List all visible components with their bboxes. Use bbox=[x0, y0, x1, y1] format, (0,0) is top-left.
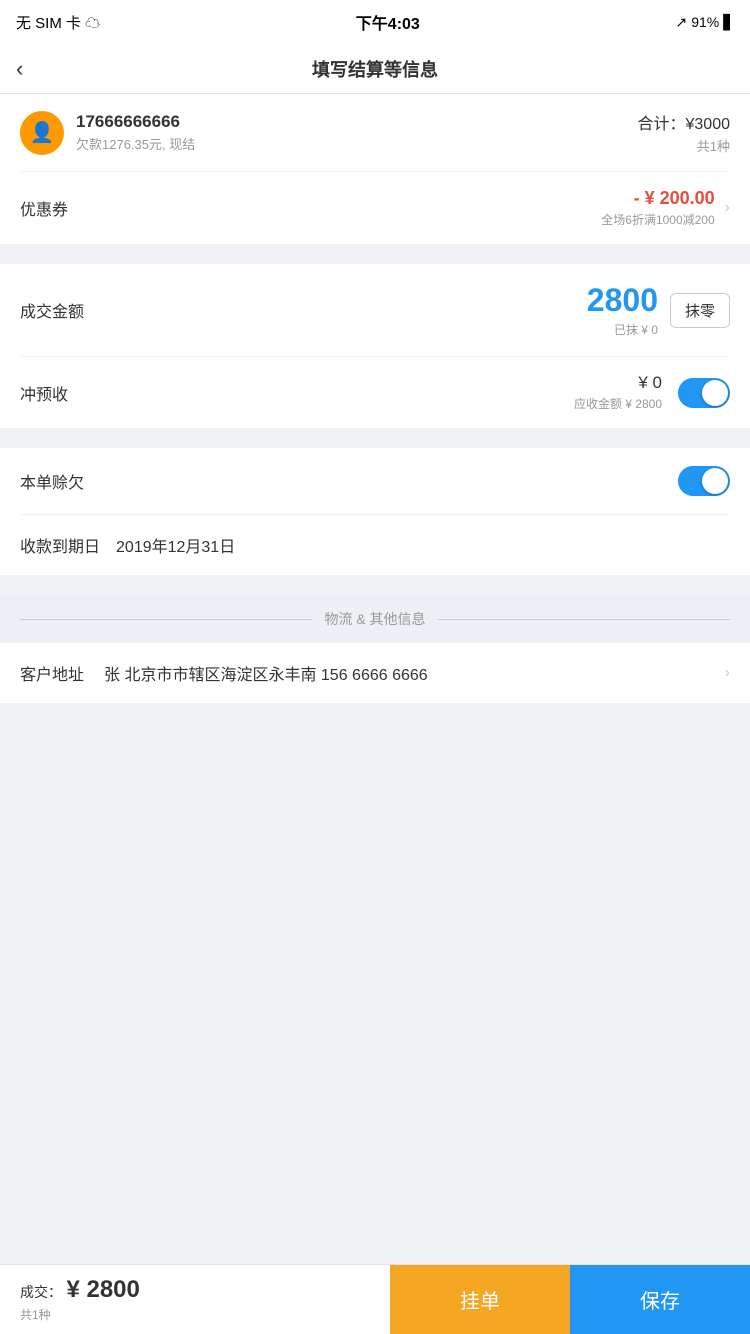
footer-left: 成交： ¥ 2800 共1种 bbox=[0, 1276, 390, 1323]
status-left: 无 SIM 卡 ☁ bbox=[16, 12, 100, 33]
header-line-right bbox=[438, 619, 730, 620]
footer: 成交： ¥ 2800 共1种 挂单 保存 bbox=[0, 1264, 750, 1334]
back-button[interactable]: ‹ bbox=[16, 56, 23, 82]
deal-amount-value: 2800 bbox=[587, 282, 658, 319]
deal-amount-label: 成交金额 bbox=[20, 298, 84, 322]
logistics-section-header: 物流 & 其他信息 bbox=[0, 595, 750, 643]
section-gap-1 bbox=[0, 254, 750, 264]
total-amount: 合计：¥3000 bbox=[638, 110, 731, 134]
user-right: 合计：¥3000 共1种 bbox=[638, 110, 731, 155]
coupon-row[interactable]: 优惠券 - ¥ 200.00 全场6折满1000减200 › bbox=[0, 172, 750, 244]
item-count: 共1种 bbox=[638, 136, 731, 155]
coupon-label: 优惠券 bbox=[20, 196, 68, 220]
footer-amount: ¥ 2800 bbox=[66, 1276, 139, 1303]
precharge-values: ¥ 0 应收金额 ¥ 2800 bbox=[574, 373, 662, 412]
precharge-toggle[interactable] bbox=[678, 378, 730, 408]
battery-label: 91% bbox=[691, 14, 719, 30]
section-gap-2 bbox=[0, 438, 750, 448]
precharge-sub: 应收金额 ¥ 2800 bbox=[574, 395, 662, 412]
coupon-right-block: - ¥ 200.00 全场6折满1000减200 bbox=[601, 188, 714, 228]
sim-label: 无 SIM 卡 ☁ bbox=[16, 12, 100, 33]
deal-amount-col: 2800 已抹 ¥ 0 bbox=[587, 282, 658, 338]
debt-label: 本单赊欠 bbox=[20, 469, 84, 493]
address-card: 客户地址 张 北京市市辖区海淀区永丰南 156 6666 6666 › bbox=[0, 643, 750, 703]
avatar: 👤 bbox=[20, 111, 64, 155]
address-row[interactable]: 客户地址 张 北京市市辖区海淀区永丰南 156 6666 6666 › bbox=[0, 643, 750, 703]
status-bar: 无 SIM 卡 ☁ 下午4:03 ↗ 91% ▋ bbox=[0, 0, 750, 44]
coupon-desc: 全场6折满1000减200 bbox=[601, 211, 714, 228]
deal-amount-row: 成交金额 2800 已抹 ¥ 0 抹零 bbox=[0, 264, 750, 356]
deal-amount-card: 成交金额 2800 已抹 ¥ 0 抹零 冲预收 ¥ 0 应收金额 ¥ 2800 bbox=[0, 264, 750, 428]
debt-row: 本单赊欠 bbox=[0, 448, 750, 514]
user-info: 17666666666 欠款1276.35元, 现结 bbox=[76, 112, 195, 153]
coupon-discount: - ¥ 200.00 bbox=[601, 188, 714, 209]
user-phone: 17666666666 bbox=[76, 112, 195, 132]
precharge-right: ¥ 0 应收金额 ¥ 2800 bbox=[574, 373, 730, 412]
address-value: 张 北京市市辖区海淀区永丰南 156 6666 6666 bbox=[104, 661, 721, 685]
footer-count: 共1种 bbox=[20, 1306, 370, 1323]
status-right: ↗ 91% ▋ bbox=[675, 14, 734, 31]
user-row: 👤 17666666666 欠款1276.35元, 现结 合计：¥3000 共1… bbox=[0, 94, 750, 171]
address-chevron-icon: › bbox=[725, 664, 730, 682]
save-button[interactable]: 保存 bbox=[570, 1265, 750, 1334]
duedate-row: 收款到期日 2019年12月31日 bbox=[0, 515, 750, 575]
chevron-right-icon: › bbox=[725, 199, 730, 217]
deal-amount-right: 2800 已抹 ¥ 0 抹零 bbox=[587, 282, 730, 338]
user-debt: 欠款1276.35元, 现结 bbox=[76, 134, 195, 153]
hang-button[interactable]: 挂单 bbox=[390, 1265, 570, 1334]
precharge-row: 冲预收 ¥ 0 应收金额 ¥ 2800 bbox=[0, 357, 750, 428]
battery-icon: ▋ bbox=[723, 14, 734, 31]
status-time: 下午4:03 bbox=[356, 10, 420, 34]
deal-amount-sub: 已抹 ¥ 0 bbox=[614, 321, 658, 338]
debt-toggle[interactable] bbox=[678, 466, 730, 496]
footer-deal-row: 成交： ¥ 2800 bbox=[20, 1276, 370, 1304]
address-label: 客户地址 bbox=[20, 661, 84, 685]
footer-deal-label: 成交： bbox=[20, 1284, 62, 1300]
header-line-left bbox=[20, 619, 312, 620]
user-card: 👤 17666666666 欠款1276.35元, 现结 合计：¥3000 共1… bbox=[0, 94, 750, 244]
section-gap-3 bbox=[0, 585, 750, 595]
nav-bar: ‹ 填写结算等信息 bbox=[0, 44, 750, 94]
debt-card: 本单赊欠 收款到期日 2019年12月31日 bbox=[0, 448, 750, 575]
precharge-label: 冲预收 bbox=[20, 381, 68, 405]
content: 👤 17666666666 欠款1276.35元, 现结 合计：¥3000 共1… bbox=[0, 94, 750, 793]
precharge-amount: ¥ 0 bbox=[574, 373, 662, 393]
coupon-right: - ¥ 200.00 全场6折满1000减200 › bbox=[601, 188, 730, 228]
page-title: 填写结算等信息 bbox=[312, 56, 438, 82]
logistics-header-text: 物流 & 其他信息 bbox=[324, 609, 425, 629]
user-left: 👤 17666666666 欠款1276.35元, 现结 bbox=[20, 111, 195, 155]
round-zero-button[interactable]: 抹零 bbox=[670, 293, 730, 328]
duedate-value: 2019年12月31日 bbox=[116, 533, 235, 557]
location-icon: ↗ bbox=[675, 14, 687, 31]
duedate-label: 收款到期日 bbox=[20, 533, 100, 557]
